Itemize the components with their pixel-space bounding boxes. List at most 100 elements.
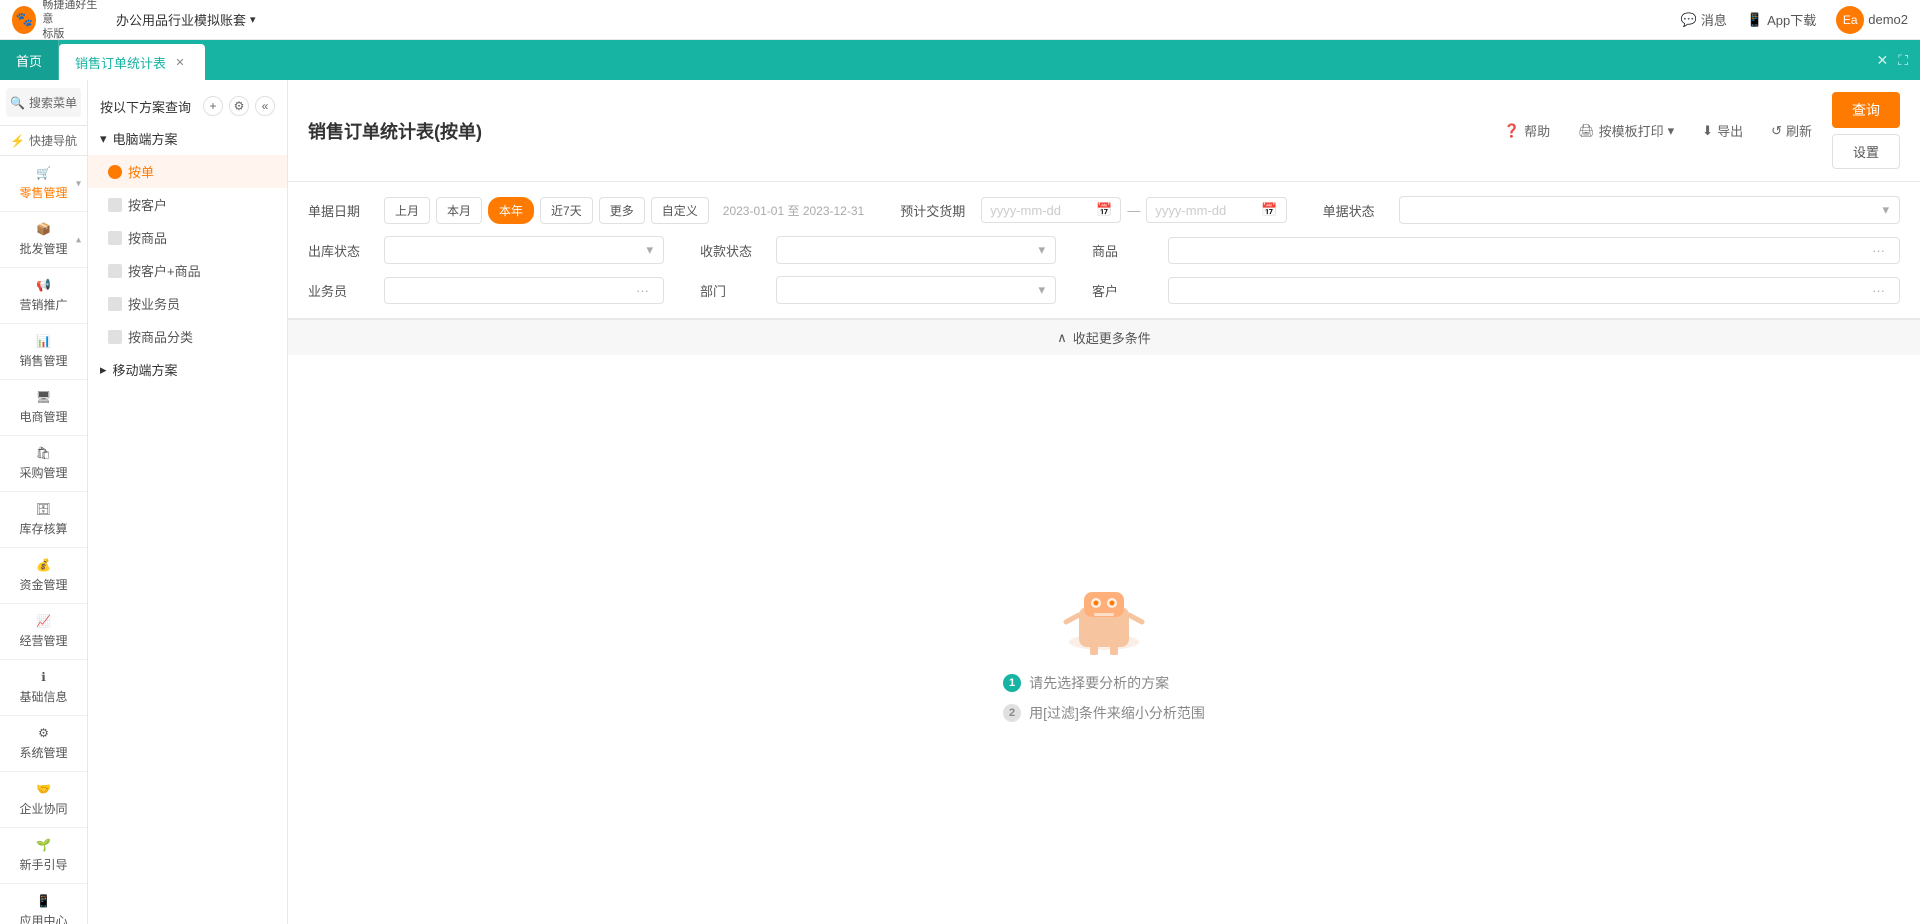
tree-item-by-product[interactable]: 按商品 [88,221,287,254]
message-icon: 💬 [1681,12,1697,28]
sidebar-item-system[interactable]: ⚙ 系统管理 [0,716,87,772]
main-layout: 🔍 搜索菜单 ⚡ 快捷导航 🛒 零售管理 ▾ 📦 批发管理 ▴ 📢 营销推广 📊… [0,80,1920,924]
tree-expand-icon-mobile: ▸ [100,362,107,378]
product-input[interactable]: ··· [1168,237,1900,264]
calendar-icon: 📅 [1096,202,1112,218]
expected-date-start-input[interactable] [990,203,1090,218]
sidebar-item-basic[interactable]: ℹ 基础信息 [0,660,87,716]
date-btn-this-year[interactable]: 本年 [488,197,534,224]
main-content: 销售订单统计表(按单) ❓ 帮助 🖨 按模板打印 ▾ ⬇ 导出 [288,80,1920,924]
basic-icon: ℹ [41,670,46,684]
date-label: 单据日期 [308,201,368,220]
doc-status-select[interactable]: ▾ [1399,196,1900,224]
tree-item-icon-category [108,330,122,344]
sidebar-item-ecom[interactable]: 🖥 电商管理 [0,380,87,436]
sidebar-item-finance[interactable]: 💰 资金管理 [0,548,87,604]
salesperson-input[interactable]: ··· [384,277,664,304]
close-window-icon[interactable]: ✕ [1876,52,1888,69]
pay-status-label: 收款状态 [700,241,760,260]
sidebar-item-sales[interactable]: 📊 销售管理 [0,324,87,380]
query-button[interactable]: 查询 [1832,92,1900,128]
sidebar-item-newbie[interactable]: 🌱 新手引导 [0,828,87,884]
customer-dots[interactable]: ··· [1868,283,1889,298]
left-panel-header: 按以下方案查询 + ⚙ « [88,90,287,122]
sidebar-item-ops[interactable]: 📈 经营管理 [0,604,87,660]
settings-button[interactable]: 设置 [1832,134,1900,169]
tree-expand-icon: ▾ [100,131,107,147]
tree-item-by-salesperson[interactable]: 按业务员 [88,287,287,320]
customer-input[interactable]: ··· [1168,277,1900,304]
tab-close-icon[interactable]: ✕ [172,54,188,70]
tree-item-icon-salesperson [108,297,122,311]
quick-nav-button[interactable]: ⚡ 快捷导航 [0,126,87,156]
ops-icon: 📈 [36,614,51,628]
search-menu-button[interactable]: 🔍 搜索菜单 [6,88,81,117]
date-btn-more[interactable]: 更多 [599,197,645,224]
messages-button[interactable]: 💬 消息 [1681,10,1727,29]
hint-num-1: 1 [1003,674,1021,692]
refresh-icon: ↺ [1771,123,1782,139]
sales-icon: 📊 [36,334,51,348]
download-icon: 📱 [1747,12,1763,28]
date-btn-last-7-days[interactable]: 近7天 [540,197,593,224]
salesperson-dots[interactable]: ··· [632,283,653,298]
finance-icon: 💰 [36,558,51,572]
sidebar-item-inventory[interactable]: 🗄 库存核算 [0,492,87,548]
left-panel: 按以下方案查询 + ⚙ « ▾ 电脑端方案 按单 按客户 按商品 按客户+商品 [88,80,288,924]
tree-group-pc[interactable]: ▾ 电脑端方案 [88,122,287,155]
sidebar-item-purchase[interactable]: 🛍 采购管理 [0,436,87,492]
pay-status-chevron-icon: ▾ [1038,242,1045,258]
expected-date-end[interactable]: 📅 [1146,197,1286,223]
product-dots[interactable]: ··· [1868,243,1889,258]
app-download-button[interactable]: 📱 App下载 [1747,10,1816,29]
collapse-up-icon: ∧ [1057,330,1067,346]
sidebar-item-wholesale[interactable]: 📦 批发管理 ▴ [0,212,87,268]
tree-item-by-customer[interactable]: 按客户 [88,188,287,221]
filter-row-3: 业务员 ··· 部门 ▾ 客户 ··· [308,276,1900,304]
tab-sales-stat[interactable]: 销售订单统计表 ✕ [59,44,205,80]
expected-date-end-input[interactable] [1155,203,1255,218]
date-options: 上月 本月 本年 近7天 更多 自定义 2023-01-01 至 2023-12… [384,197,864,224]
query-btn-area: 查询 设置 [1832,92,1900,169]
tree-item-icon-cust-prod [108,264,122,278]
empty-hint-1: 1 请先选择要分析的方案 [1003,673,1205,693]
arrow-icon: ▾ [76,178,81,189]
sidebar-item-retail[interactable]: 🛒 零售管理 ▾ [0,156,87,212]
add-scheme-button[interactable]: + [203,96,223,116]
export-button[interactable]: ⬇ 导出 [1694,117,1751,144]
template-print-button[interactable]: 🖨 按模板打印 ▾ [1570,117,1682,144]
header-right: 💬 消息 📱 App下载 Ea demo2 [1681,6,1908,34]
help-button[interactable]: ❓ 帮助 [1496,117,1558,144]
dept-select[interactable]: ▾ [776,276,1056,304]
tree-item-by-order[interactable]: 按单 [88,155,287,188]
refresh-button[interactable]: ↺ 刷新 [1763,117,1820,144]
breadcrumb-select[interactable]: 办公用品行业模拟账套 ▾ [116,10,256,29]
sidebar-item-corp[interactable]: 🤝 企业协同 [0,772,87,828]
expected-date-start[interactable]: 📅 [981,197,1121,223]
dept-label: 部门 [700,281,760,300]
user-area[interactable]: Ea demo2 [1836,6,1908,34]
date-btn-custom[interactable]: 自定义 [651,197,709,224]
date-btn-this-month[interactable]: 本月 [436,197,482,224]
pay-status-select[interactable]: ▾ [776,236,1056,264]
sidebar-item-apps[interactable]: 📱 应用中心 [0,884,87,924]
tree-item-by-cust-prod[interactable]: 按客户+商品 [88,254,287,287]
date-btn-last-month[interactable]: 上月 [384,197,430,224]
tree-item-icon-order [108,165,122,179]
tab-home[interactable]: 首页 [0,40,59,80]
sidebar-item-marketing[interactable]: 📢 营销推广 [0,268,87,324]
expected-date-range: 📅 — 📅 [981,197,1286,223]
ship-status-select[interactable]: ▾ [384,236,664,264]
ecom-icon: 🖥 [36,390,51,404]
collapse-button[interactable]: ∧ 收起更多条件 [288,319,1920,355]
corp-icon: 🤝 [36,782,51,796]
purchase-icon: 🛍 [36,446,51,460]
expand-window-icon[interactable]: ⛶ [1898,52,1908,69]
tree-group-mobile[interactable]: ▸ 移动端方案 [88,353,287,386]
page-header: 销售订单统计表(按单) ❓ 帮助 🖨 按模板打印 ▾ ⬇ 导出 [288,80,1920,182]
collapse-panel-button[interactable]: « [255,96,275,116]
settings-scheme-button[interactable]: ⚙ [229,96,249,116]
tree-item-by-category[interactable]: 按商品分类 [88,320,287,353]
product-label: 商品 [1092,241,1152,260]
print-icon: 🖨 [1578,123,1595,139]
